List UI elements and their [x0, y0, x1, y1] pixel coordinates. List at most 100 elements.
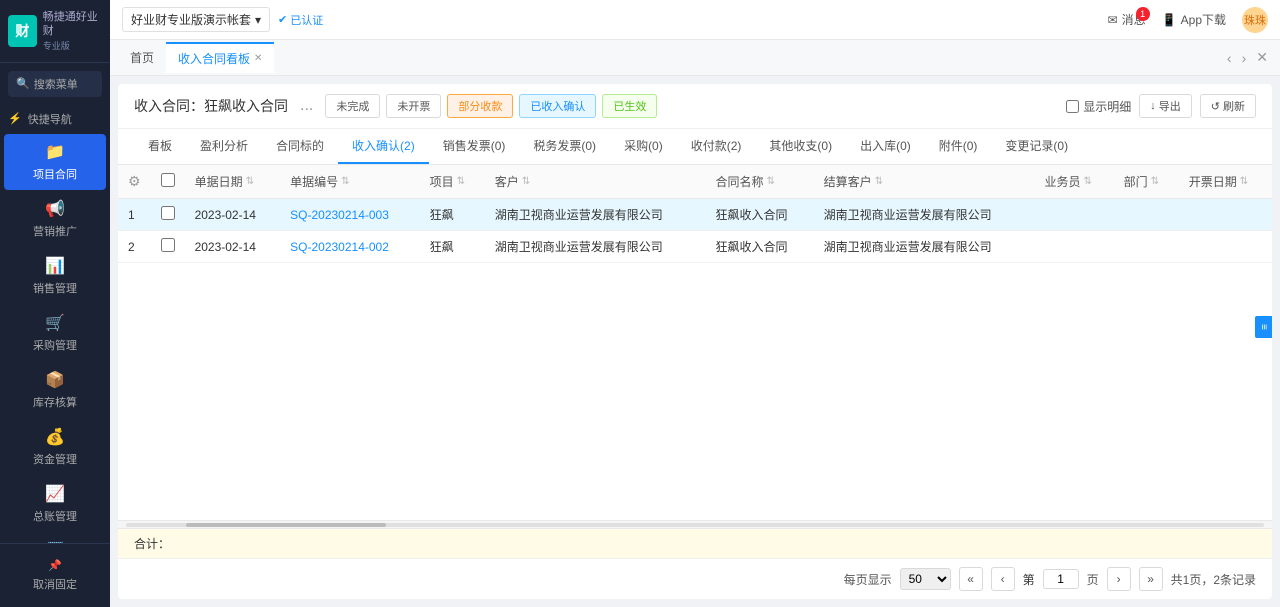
page-label-before: 第	[1023, 571, 1035, 588]
subtab-change-log[interactable]: 变更记录(0)	[991, 129, 1082, 164]
status-active-button[interactable]: 已生效	[602, 94, 657, 118]
tab-prev-button[interactable]: ‹	[1223, 47, 1236, 68]
status-confirmed-button[interactable]: 已收入确认	[519, 94, 596, 118]
sidebar-item-general-ledger[interactable]: 📈 总账管理	[4, 476, 106, 532]
table-footer-total: 合计：	[118, 528, 1272, 558]
next-page-button[interactable]: ›	[1107, 567, 1131, 591]
result-customer-sort-icon[interactable]: ⇅	[875, 176, 883, 187]
sidebar-item-project-contract[interactable]: 📁 项目合同	[4, 134, 106, 190]
subtab-purchase[interactable]: 采购(0)	[610, 129, 677, 164]
row-checkbox[interactable]	[161, 238, 175, 252]
status-partial-button[interactable]: 部分收款	[447, 94, 513, 118]
refresh-icon: ↺	[1211, 100, 1220, 113]
total-info: 共1页，2条记录	[1171, 571, 1256, 588]
refresh-button[interactable]: ↺ 刷新	[1200, 94, 1256, 118]
subtab-items[interactable]: 合同标的	[262, 129, 338, 164]
notification-dot: 1	[1136, 7, 1150, 21]
subtab-payment[interactable]: 收付款(2)	[677, 129, 756, 164]
tab-close-all-button[interactable]: ✕	[1252, 47, 1272, 68]
cell-date: 2023-02-14	[185, 199, 281, 231]
content-panel: 收入合同：狂飙收入合同 ... 未完成 未开票 部分收款 已收入确认 已生效 显…	[118, 84, 1272, 599]
user-avatar-area[interactable]: 珠珠	[1242, 7, 1268, 33]
page-number-input[interactable]	[1043, 569, 1079, 589]
message-button[interactable]: ✉ 1 消息	[1108, 11, 1146, 28]
subtab-profit[interactable]: 盈利分析	[186, 129, 262, 164]
subtab-attachment[interactable]: 附件(0)	[925, 129, 992, 164]
subtab-tax-invoice[interactable]: 税务发票(0)	[519, 129, 610, 164]
th-date: 单据日期 ⇅	[185, 165, 281, 199]
th-result-customer: 结算客户 ⇅	[814, 165, 1035, 199]
sidebar-logo: 财 畅捷通好业财 专业版	[0, 0, 110, 63]
status-no-invoice-button[interactable]: 未开票	[386, 94, 441, 118]
side-panel-toggle[interactable]: ≡	[1255, 316, 1272, 338]
sidebar-item-finance[interactable]: 💰 资金管理	[4, 419, 106, 475]
th-customer: 客户 ⇅	[485, 165, 706, 199]
horizontal-scrollbar[interactable]	[118, 520, 1272, 528]
th-invoice-date: 开票日期 ⇅	[1179, 165, 1272, 199]
message-icon: ✉	[1108, 13, 1118, 27]
customer-sort-icon[interactable]: ⇅	[522, 176, 530, 187]
sidebar-item-marketing[interactable]: 📢 营销推广	[4, 191, 106, 247]
prev-page-button[interactable]: ‹	[991, 567, 1015, 591]
show-detail-checkbox[interactable]	[1066, 100, 1079, 113]
tab-close-icon[interactable]: ✕	[254, 53, 262, 64]
cell-no: 2	[118, 231, 151, 263]
download-icon: 📱	[1162, 13, 1177, 27]
sidebar-item-sales[interactable]: 📊 销售管理	[4, 248, 106, 304]
show-detail-checkbox-label[interactable]: 显示明细	[1066, 98, 1131, 115]
cell-checkbox	[151, 231, 185, 263]
export-button[interactable]: ↓ 导出	[1139, 94, 1192, 118]
finance-icon: 💰	[45, 427, 65, 447]
marketing-icon: 📢	[45, 199, 65, 219]
cell-date: 2023-02-14	[185, 231, 281, 263]
main-content: 好业财专业版演示帐套 ▾ ✔ 已认证 ✉ 1 消息 📱 App下载 珠珠	[110, 0, 1280, 607]
table-body: 1 2023-02-14 SQ-20230214-003 狂飙 湖南卫视商业运营…	[118, 199, 1272, 263]
company-selector[interactable]: 好业财专业版演示帐套 ▾	[122, 7, 270, 32]
subtab-board[interactable]: 看板	[134, 129, 186, 164]
subtab-sales-invoice[interactable]: 销售发票(0)	[429, 129, 520, 164]
first-page-button[interactable]: «	[959, 567, 983, 591]
subtab-other[interactable]: 其他收支(0)	[755, 129, 846, 164]
sidebar-item-purchase[interactable]: 🛒 采购管理	[4, 305, 106, 361]
order-no-link[interactable]: SQ-20230214-002	[290, 240, 389, 254]
search-menu-button[interactable]: 🔍 搜索菜单	[8, 71, 102, 97]
unpin-button[interactable]: 📌 取消固定	[10, 551, 100, 600]
settings-icon[interactable]: ⚙	[128, 173, 141, 189]
tab-next-button[interactable]: ›	[1238, 47, 1251, 68]
subtab-revenue-confirm[interactable]: 收入确认(2)	[338, 129, 429, 164]
verified-badge: ✔ 已认证	[278, 12, 323, 28]
sidebar-menu-list: 📁 项目合同 📢 营销推广 📊 销售管理 🛒 采购管理 📦 库存核算 💰 资金管…	[0, 133, 110, 543]
cell-checkbox	[151, 199, 185, 231]
order-no-link[interactable]: SQ-20230214-003	[290, 208, 389, 222]
department-sort-icon[interactable]: ⇅	[1151, 176, 1159, 187]
cell-order-no: SQ-20230214-002	[280, 231, 419, 263]
tab-navigation: ‹ › ✕	[1223, 47, 1272, 68]
tab-home[interactable]: 首页	[118, 43, 166, 72]
quick-nav-button[interactable]: ⚡ 快捷导航	[0, 105, 110, 133]
row-checkbox[interactable]	[161, 206, 175, 220]
scrollbar-thumb[interactable]	[186, 523, 386, 527]
cell-contract-name: 狂飙收入合同	[706, 199, 814, 231]
last-page-button[interactable]: »	[1139, 567, 1163, 591]
select-all-checkbox[interactable]	[161, 173, 175, 187]
tab-contract-board[interactable]: 收入合同看板 ✕	[166, 42, 274, 73]
ledger-icon: 📈	[45, 484, 65, 504]
sales-icon: 📊	[45, 256, 65, 276]
salesperson-sort-icon[interactable]: ⇅	[1083, 176, 1091, 187]
page-size-select[interactable]: 50 100 200	[900, 568, 951, 590]
date-sort-icon[interactable]: ⇅	[246, 176, 254, 187]
invoice-date-sort-icon[interactable]: ⇅	[1240, 176, 1248, 187]
sidebar-item-inventory[interactable]: 📦 库存核算	[4, 362, 106, 418]
table-row[interactable]: 2 2023-02-14 SQ-20230214-002 狂飙 湖南卫视商业运营…	[118, 231, 1272, 263]
order-no-sort-icon[interactable]: ⇅	[341, 176, 349, 187]
subtab-warehouse[interactable]: 出入库(0)	[846, 129, 925, 164]
contract-name-sort-icon[interactable]: ⇅	[767, 176, 775, 187]
project-sort-icon[interactable]: ⇅	[457, 176, 465, 187]
app-download-button[interactable]: 📱 App下载	[1162, 11, 1226, 28]
sidebar-item-invoice[interactable]: 🧾 发票管理	[4, 533, 106, 543]
status-incomplete-button[interactable]: 未完成	[325, 94, 380, 118]
table-row[interactable]: 1 2023-02-14 SQ-20230214-003 狂飙 湖南卫视商业运营…	[118, 199, 1272, 231]
cell-customer: 湖南卫视商业运营发展有限公司	[485, 199, 706, 231]
more-options-button[interactable]: ...	[300, 97, 313, 115]
scrollbar-track	[126, 523, 1264, 527]
